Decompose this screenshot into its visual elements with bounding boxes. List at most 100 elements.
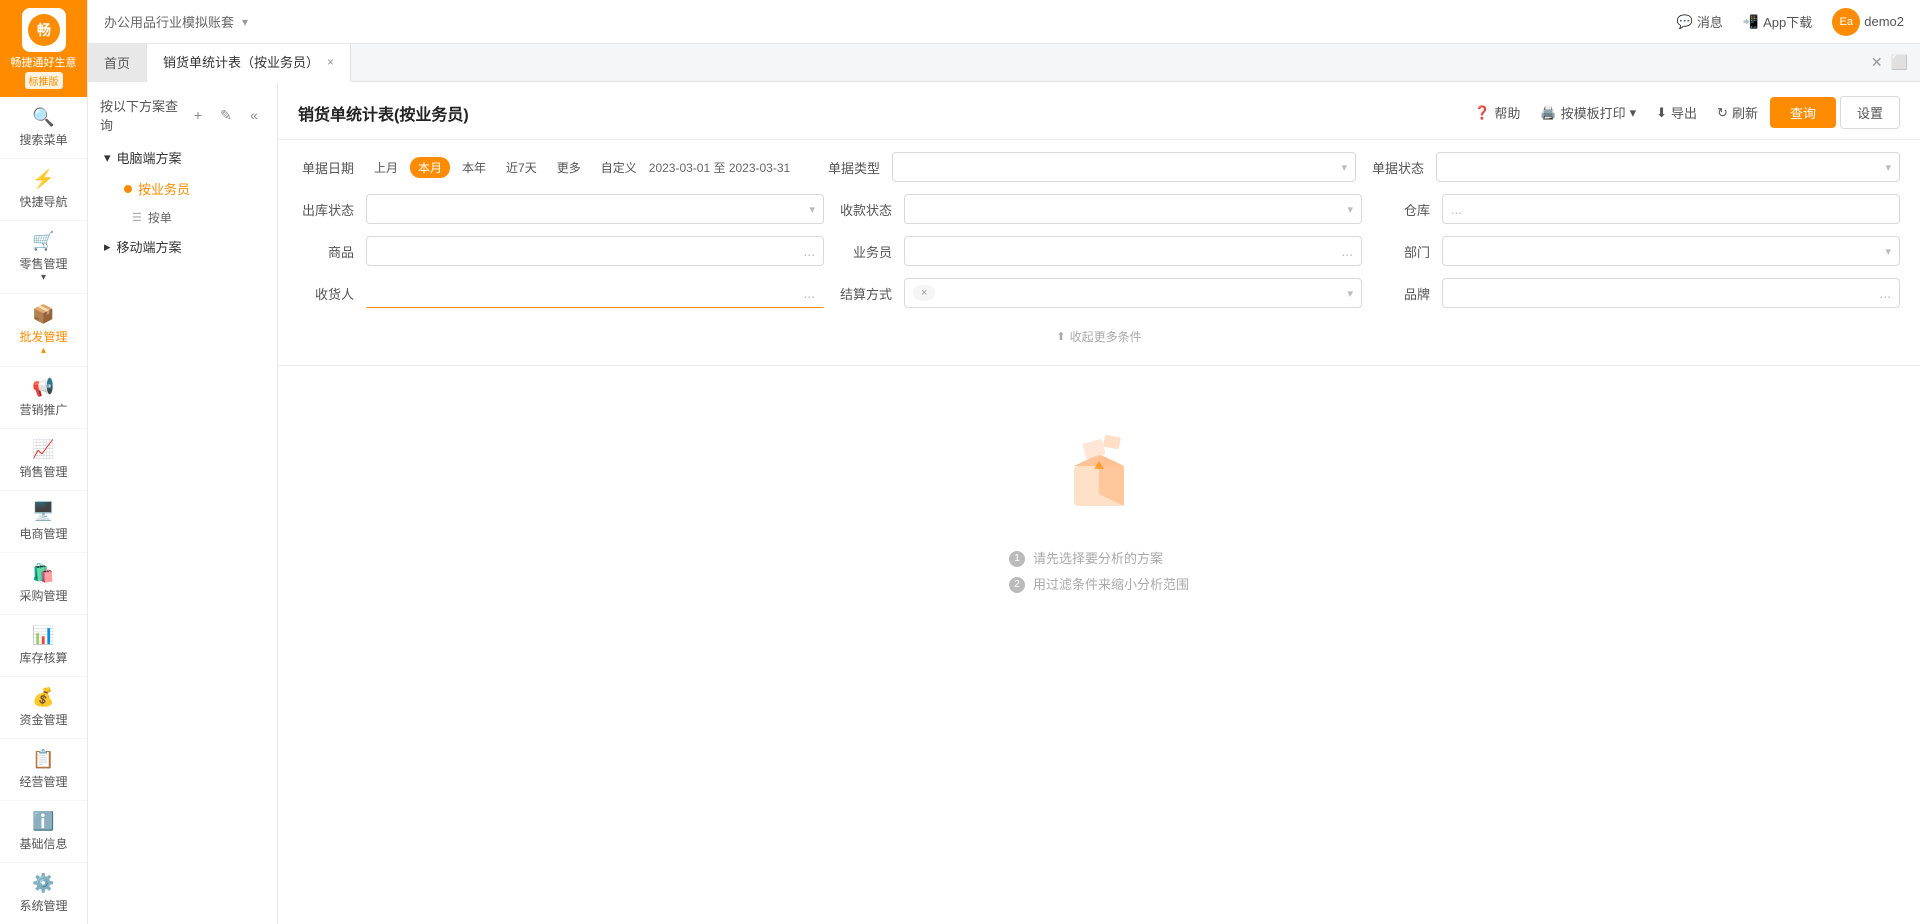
query-button[interactable]: 查询 <box>1770 97 1836 128</box>
receipt-status-select[interactable]: ▾ <box>904 194 1362 224</box>
left-panel: 按以下方案查询 + ✎ « ▾ 电脑端方案 按业务员 ☰ 按单 <box>88 82 278 924</box>
add-scheme-button[interactable]: + <box>187 104 209 126</box>
shortcut-more[interactable]: 更多 <box>549 157 589 178</box>
operations-icon: 📋 <box>32 749 54 770</box>
scheme-item-salesman[interactable]: 按业务员 <box>96 173 269 204</box>
sidebar-item-purchase[interactable]: 🛍️ 采购管理 <box>0 553 87 615</box>
help-icon: ❓ <box>1474 105 1490 121</box>
more-icon[interactable]: ... <box>1341 243 1353 259</box>
settlement-tag: × <box>913 285 935 301</box>
sub-label: 按单 <box>148 209 172 226</box>
chevron-down-icon: ▾ <box>41 272 46 283</box>
warehouse-select[interactable]: ... <box>1442 194 1900 224</box>
mobile-scheme-title[interactable]: ▸ 移动端方案 <box>96 231 269 262</box>
tip-number-1: 1 <box>1009 551 1025 567</box>
page-title: 销货单统计表(按业务员) <box>298 101 469 125</box>
tab-home[interactable]: 首页 <box>88 44 147 82</box>
sub-icon: ☰ <box>132 211 142 224</box>
collapse-panel-button[interactable]: « <box>243 104 265 126</box>
date-range: 2023-03-01 至 2023-03-31 <box>649 159 790 176</box>
sidebar-item-sales[interactable]: 📈 销售管理 <box>0 429 87 491</box>
sidebar-item-label: 采购管理 <box>19 587 67 604</box>
chevron-down-icon: ▾ <box>1341 161 1347 174</box>
dept-select[interactable]: ▾ <box>1442 236 1900 266</box>
sidebar-item-label: 电商管理 <box>19 525 67 542</box>
salesman-select[interactable]: ... <box>904 236 1362 266</box>
sidebar-item-search[interactable]: 🔍 搜索菜单 <box>0 97 87 159</box>
shortcut-current-year[interactable]: 本年 <box>454 157 494 178</box>
close-window-icon[interactable]: ✕ <box>1871 54 1883 71</box>
out-status-label: 出库状态 <box>298 200 354 219</box>
sidebar-item-finance[interactable]: 💰 资金管理 <box>0 677 87 739</box>
maximize-icon[interactable]: ⬜ <box>1891 54 1908 71</box>
sidebar-item-label: 系统管理 <box>19 897 67 914</box>
sidebar-item-retail[interactable]: 🛒 零售管理 ▾ <box>0 221 87 294</box>
shortcut-last-month[interactable]: 上月 <box>366 157 406 178</box>
settlement-select[interactable]: × ▾ <box>904 278 1362 308</box>
refresh-button[interactable]: ↻ 刷新 <box>1709 99 1766 126</box>
desktop-scheme-title[interactable]: ▾ 电脑端方案 <box>96 142 269 173</box>
scheme-sub-order[interactable]: ☰ 按单 <box>96 204 269 231</box>
shortcut-7days[interactable]: 近7天 <box>498 157 545 178</box>
filter-row-1: 单据日期 上月 本月 本年 近7天 更多 自定义 2023-03-01 至 20… <box>298 152 1900 182</box>
sidebar-item-ecommerce[interactable]: 🖥️ 电商管理 <box>0 491 87 553</box>
inventory-icon: 📊 <box>32 625 54 646</box>
doc-type-label: 单据类型 <box>824 158 880 177</box>
setting-button[interactable]: 设置 <box>1840 96 1900 129</box>
sidebar-item-marketing[interactable]: 📢 营销推广 <box>0 367 87 429</box>
scheme-panel-actions: + ✎ « <box>187 104 265 126</box>
logo-area[interactable]: 畅 畅捷通好生意 标推版 <box>0 0 87 97</box>
doc-status-select[interactable]: ▾ <box>1436 152 1900 182</box>
goods-select[interactable]: ... <box>366 236 824 266</box>
goods-label: 商品 <box>298 242 354 261</box>
sidebar-item-system[interactable]: ⚙️ 系统管理 <box>0 863 87 924</box>
header-left: 办公用品行业模拟账套 ▾ <box>104 12 248 31</box>
message-button[interactable]: 💬 消息 <box>1677 12 1723 31</box>
main-area: 办公用品行业模拟账套 ▾ 💬 消息 📲 App下载 Ea demo2 首页 <box>88 0 1920 924</box>
tag-close-icon[interactable]: × <box>921 287 927 299</box>
sidebar-item-label: 批发管理 <box>19 328 67 345</box>
breadcrumb-dropdown-icon[interactable]: ▾ <box>242 15 248 29</box>
more-icon[interactable]: ... <box>803 285 815 301</box>
empty-illustration <box>1049 426 1149 526</box>
consignee-label: 收货人 <box>298 284 354 303</box>
close-tab-icon[interactable]: × <box>327 55 334 69</box>
page-header: 销货单统计表(按业务员) ❓ 帮助 🖨️ 按模板打印 ▾ ⬇ 导出 <box>278 82 1920 140</box>
app-download-button[interactable]: 📲 App下载 <box>1743 12 1812 31</box>
scheme-panel-title: 按以下方案查询 <box>100 96 187 134</box>
out-status-select[interactable]: ▾ <box>366 194 824 224</box>
user-area[interactable]: Ea demo2 <box>1832 8 1904 36</box>
export-button[interactable]: ⬇ 导出 <box>1648 99 1705 126</box>
sidebar-item-nav[interactable]: ⚡ 快捷导航 <box>0 159 87 221</box>
sidebar-item-wholesale[interactable]: 📦 批发管理 ▴ <box>0 294 87 367</box>
consignee-input[interactable]: ... <box>366 278 824 308</box>
refresh-label: 刷新 <box>1732 103 1758 122</box>
current-tab-label: 销货单统计表（按业务员） <box>163 52 319 71</box>
breadcrumb: 办公用品行业模拟账套 <box>104 12 234 31</box>
user-name: demo2 <box>1864 14 1904 29</box>
content-area: 按以下方案查询 + ✎ « ▾ 电脑端方案 按业务员 ☰ 按单 <box>88 82 1920 924</box>
chevron-right-icon: ▸ <box>104 239 111 255</box>
sidebar-item-basic[interactable]: ℹ️ 基础信息 <box>0 801 87 863</box>
ecommerce-icon: 🖥️ <box>32 501 54 522</box>
template-print-button[interactable]: 🖨️ 按模板打印 ▾ <box>1532 99 1644 126</box>
chevron-down-icon: ▾ <box>1885 245 1891 258</box>
empty-tip-2: 2 用过滤条件来缩小分析范围 <box>1009 572 1189 598</box>
doc-type-select[interactable]: ▾ <box>892 152 1356 182</box>
help-button[interactable]: ❓ 帮助 <box>1466 99 1528 126</box>
shortcut-custom[interactable]: 自定义 <box>593 157 645 178</box>
marketing-icon: 📢 <box>32 377 54 398</box>
sidebar-item-operations[interactable]: 📋 经营管理 <box>0 739 87 801</box>
lightning-icon: ⚡ <box>32 169 54 190</box>
salesman-label: 业务员 <box>836 242 892 261</box>
group-label: 移动端方案 <box>117 237 182 256</box>
edit-scheme-button[interactable]: ✎ <box>215 104 237 126</box>
shortcut-current-month[interactable]: 本月 <box>410 157 450 178</box>
sidebar-item-inventory[interactable]: 📊 库存核算 <box>0 615 87 677</box>
tab-sales-stats[interactable]: 销货单统计表（按业务员） × <box>147 44 351 82</box>
brand-select[interactable]: ... <box>1442 278 1900 308</box>
collapse-bar[interactable]: ⬆ 收起更多条件 <box>298 320 1900 353</box>
more-icon[interactable]: ... <box>1879 285 1891 301</box>
desktop-scheme-group: ▾ 电脑端方案 按业务员 ☰ 按单 <box>88 142 277 231</box>
more-icon[interactable]: ... <box>803 243 815 259</box>
